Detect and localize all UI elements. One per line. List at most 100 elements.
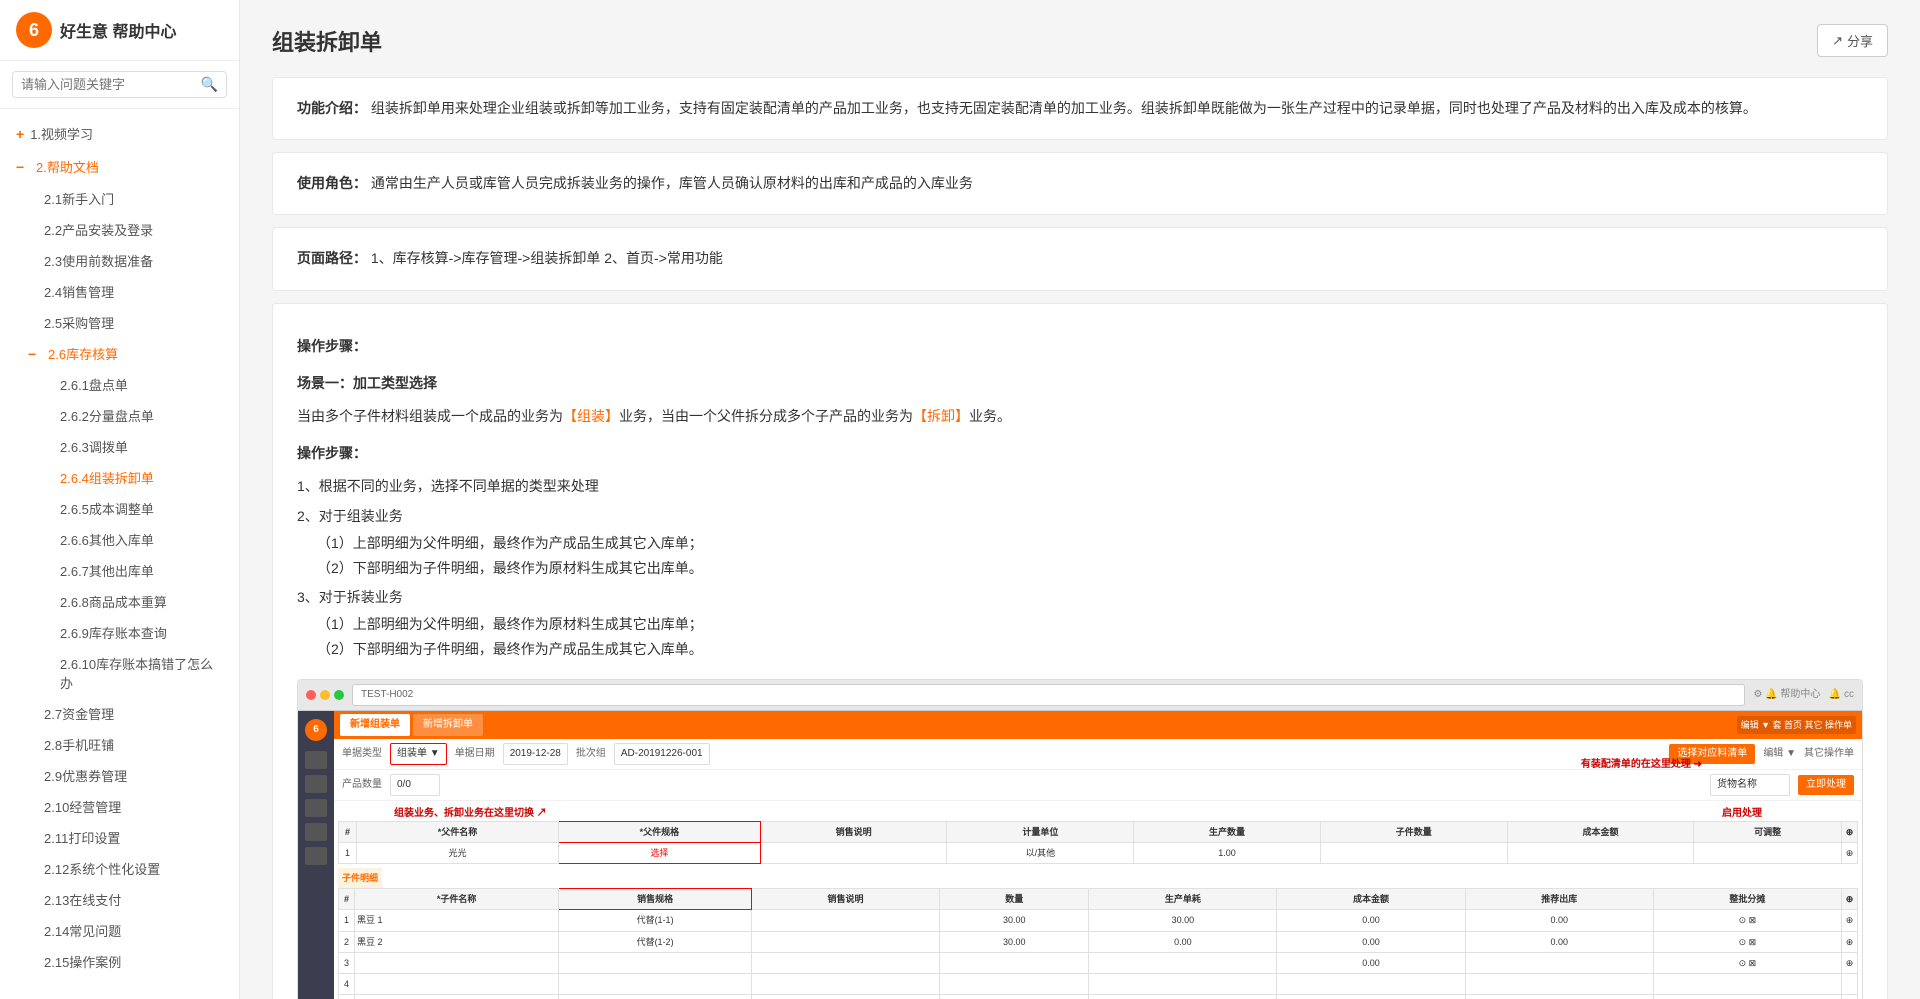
nav-icon-5 <box>305 847 327 865</box>
sidebar-item-2-14[interactable]: 2.14常见问题 <box>28 915 239 946</box>
sidebar-label-2-4: 2.4销售管理 <box>44 282 114 301</box>
sidebar-label-2-5: 2.5采购管理 <box>44 313 114 332</box>
sidebar-label-2-2: 2.2产品安装及登录 <box>44 220 153 239</box>
sidebar-item-2[interactable]: − 2.帮助文档 <box>0 150 239 183</box>
sidebar-item-2-8[interactable]: 2.8手机旺铺 <box>28 729 239 760</box>
sidebar-item-1[interactable]: + 1.视频学习 <box>0 117 239 150</box>
step3: 3、对于拆装业务 <box>297 585 1863 610</box>
sidebar-item-2-6-10[interactable]: 2.6.10库存账本搞错了怎么办 <box>44 648 239 698</box>
search-input[interactable] <box>21 77 201 92</box>
sidebar-item-2-6[interactable]: − 2.6库存核算 <box>28 338 239 369</box>
sidebar-item-2-6-5[interactable]: 2.6.5成本调整单 <box>44 493 239 524</box>
sidebar-item-2-2[interactable]: 2.2产品安装及登录 <box>28 214 239 245</box>
sidebar-item-2-6-2[interactable]: 2.6.2分量盘点单 <box>44 400 239 431</box>
sidebar-label-2-9: 2.9优惠券管理 <box>44 766 127 785</box>
sidebar-item-2-6-4[interactable]: 2.6.4组装拆卸单 <box>44 462 239 493</box>
sidebar-item-2-7[interactable]: 2.7资金管理 <box>28 698 239 729</box>
step1: 1、根据不同的业务，选择不同单据的类型来处理 <box>297 474 1863 499</box>
sidebar-item-2-6-9[interactable]: 2.6.9库存账本查询 <box>44 617 239 648</box>
sub-table: # *子件名称 销售规格 销售说明 数量 生产单耗 成本金额 推荐出库 整批分摊 <box>338 888 1858 999</box>
sub-table-wrap: 子件明细 # *子件名称 销售规格 销售说明 数量 生产单耗 <box>338 868 1858 999</box>
toolbar-icons: 编辑 ▼ 套 首页 其它 操作单 <box>1737 716 1856 734</box>
sidebar-label-2-6-3: 2.6.3调拨单 <box>60 437 128 456</box>
step3-2: （2）下部明细为子件明细，最终作为产成品生成其它入库单。 <box>317 637 1863 662</box>
input-date[interactable]: 2019-12-28 <box>503 743 568 765</box>
label-ops: 其它操作单 <box>1804 745 1854 763</box>
app-tab-bar: 新增组装单 新增拆卸单 编辑 ▼ 套 首页 其它 操作单 <box>334 711 1862 739</box>
scene1-desc: 当由多个子件材料组装成一个成品的业务为【组装】业务，当由一个父件拆分成多个子产品… <box>297 404 1863 429</box>
sidebar-label-2-11: 2.11打印设置 <box>44 828 120 847</box>
sub-row-3: 3 0.00 ⊙ ⊠ ⊕ <box>339 952 1858 973</box>
parent-table: # *父件名称 *父件规格 销售说明 计量单位 生产数量 子件数量 成本金额 可… <box>338 821 1858 864</box>
sidebar-label-2-6-7: 2.6.7其他出库单 <box>60 561 154 580</box>
sidebar-item-2-6-1[interactable]: 2.6.1盘点单 <box>44 369 239 400</box>
path-text: 1、库存核算->库存管理->组装拆卸单 2、首页->常用功能 <box>371 250 723 266</box>
nav-sub-2: 2.1新手入门 2.2产品安装及登录 2.3使用前数据准备 2.4销售管理 2.… <box>0 183 239 977</box>
sidebar-item-2-1[interactable]: 2.1新手入门 <box>28 183 239 214</box>
page-header: 组装拆卸单 ↗ 分享 <box>272 24 1888 57</box>
url-bar: TEST-H002 <box>352 684 1745 706</box>
sidebar-item-2-4[interactable]: 2.4销售管理 <box>28 276 239 307</box>
path-card: 页面路径： 1、库存核算->库存管理->组装拆卸单 2、首页->常用功能 <box>272 227 1888 290</box>
input-batch[interactable]: AD-20191226-001 <box>614 743 710 765</box>
sidebar-label-2-6-4: 2.6.4组装拆卸单 <box>60 468 154 487</box>
sub-row-4: 4 <box>339 973 1858 994</box>
sidebar-label-2-6-6: 2.6.6其他入库单 <box>60 530 154 549</box>
intro-card: 功能介绍： 组装拆卸单用来处理企业组装或拆卸等加工业务，支持有固定装配清单的产品… <box>272 77 1888 140</box>
search-box: 🔍 <box>0 61 239 109</box>
sidebar-item-2-10[interactable]: 2.10经营管理 <box>28 791 239 822</box>
sidebar-label-2-13: 2.13在线支付 <box>44 890 121 909</box>
nav-icon-1 <box>305 751 327 769</box>
sub-table-label: 子件明细 <box>338 868 382 888</box>
collapse-icon-2: − <box>16 159 30 175</box>
nav-sub-2-6: 2.6.1盘点单 2.6.2分量盘点单 2.6.3调拨单 2.6.4组装拆卸单 … <box>28 369 239 698</box>
step3-1: （1）上部明细为父件明细，最终作为原材料生成其它出库单； <box>317 612 1863 637</box>
nav-icon-3 <box>305 799 327 817</box>
role-text: 通常由生产人员或库管人员完成拆装业务的操作，库管人员确认原材料的出库和产成品的入… <box>371 175 973 191</box>
app-name: 好生意 帮助中心 <box>60 18 176 42</box>
btn-action[interactable]: 立即处理 <box>1798 775 1854 795</box>
steps-card: 操作步骤： 场景一：加工类型选择 当由多个子件材料组装成一个成品的业务为【组装】… <box>272 303 1888 999</box>
sidebar-label-2-14: 2.14常见问题 <box>44 921 121 940</box>
sidebar-item-2-15[interactable]: 2.15操作案例 <box>28 946 239 977</box>
label-type: 单据类型 <box>342 745 382 763</box>
sidebar-label-2-6-1: 2.6.1盘点单 <box>60 375 128 394</box>
sidebar-label-2-3: 2.3使用前数据准备 <box>44 251 153 270</box>
form-row-2: 产品数量 0/0 货物名称 立即处理 <box>334 770 1862 801</box>
sidebar-item-2-5[interactable]: 2.5采购管理 <box>28 307 239 338</box>
ops-title: 操作步骤： <box>297 334 1863 359</box>
sidebar: 6 好生意 帮助中心 🔍 + 1.视频学习 − 2.帮助文档 2.1新手入门 2… <box>0 0 240 999</box>
sidebar-label-2-8: 2.8手机旺铺 <box>44 735 114 754</box>
input-count[interactable]: 0/0 <box>390 774 440 796</box>
search-wrap[interactable]: 🔍 <box>12 71 227 98</box>
sidebar-item-2-6-7[interactable]: 2.6.7其他出库单 <box>44 555 239 586</box>
search-icon: 🔍 <box>201 76 218 93</box>
input-search[interactable]: 货物名称 <box>1710 774 1790 796</box>
main-content: 组装拆卸单 ↗ 分享 功能介绍： 组装拆卸单用来处理企业组装或拆卸等加工业务，支… <box>240 0 1920 999</box>
sidebar-label-2-10: 2.10经营管理 <box>44 797 121 816</box>
sidebar-item-2-11[interactable]: 2.11打印设置 <box>28 822 239 853</box>
nav-tree: + 1.视频学习 − 2.帮助文档 2.1新手入门 2.2产品安装及登录 2.3… <box>0 109 239 985</box>
sidebar-item-2-6-8[interactable]: 2.6.8商品成本重算 <box>44 586 239 617</box>
tab-assemble[interactable]: 新增组装单 <box>340 714 410 736</box>
input-type[interactable]: 组装单 ▼ <box>390 743 447 765</box>
browser-bar: TEST-H002 ⚙ 🔔 帮助中心 🔔 cc <box>298 680 1862 711</box>
sidebar-label-2-1: 2.1新手入门 <box>44 189 114 208</box>
share-button[interactable]: ↗ 分享 <box>1817 24 1888 57</box>
tab-disassemble[interactable]: 新增拆卸单 <box>413 714 483 736</box>
role-card: 使用角色： 通常由生产人员或库管人员完成拆装业务的操作，库管人员确认原材料的出库… <box>272 152 1888 215</box>
logo-icon: 6 <box>16 12 52 48</box>
sidebar-item-2-12[interactable]: 2.12系统个性化设置 <box>28 853 239 884</box>
annotation-1-text: 有装配清单的在这里处理 ➜ <box>1581 756 1702 774</box>
sidebar-item-2-6-3[interactable]: 2.6.3调拨单 <box>44 431 239 462</box>
app-logo-sm: 6 <box>305 719 327 741</box>
sidebar-item-2-13[interactable]: 2.13在线支付 <box>28 884 239 915</box>
label-batch: 批次组 <box>576 745 606 763</box>
sidebar-label-2-7: 2.7资金管理 <box>44 704 114 723</box>
sidebar-item-2-3[interactable]: 2.3使用前数据准备 <box>28 245 239 276</box>
sidebar-item-2-9[interactable]: 2.9优惠券管理 <box>28 760 239 791</box>
sidebar-item-2-6-6[interactable]: 2.6.6其他入库单 <box>44 524 239 555</box>
nav-icon-2 <box>305 775 327 793</box>
intro-label: 功能介绍： <box>297 100 367 116</box>
intro-text: 组装拆卸单用来处理企业组装或拆卸等加工业务，支持有固定装配清单的产品加工业务，也… <box>371 100 1757 116</box>
